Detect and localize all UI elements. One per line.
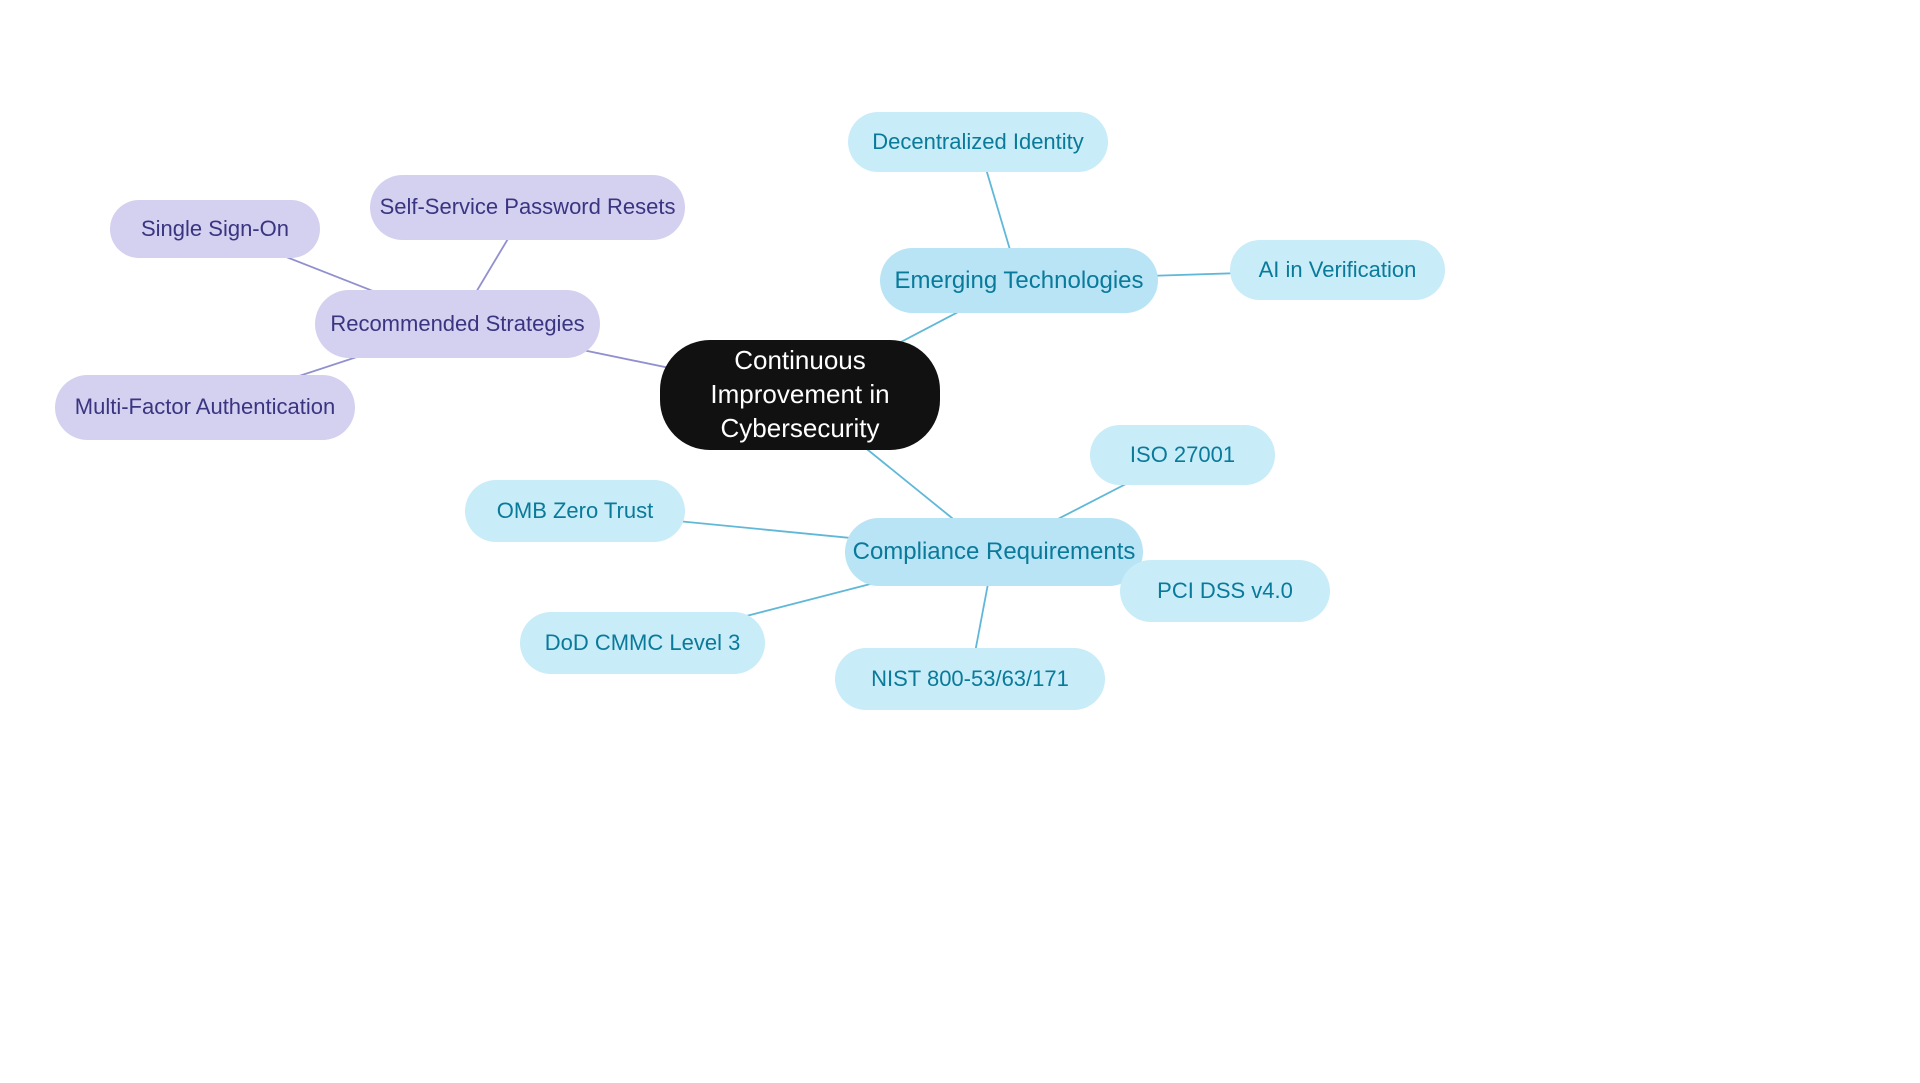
nist-label: NIST 800-53/63/171 xyxy=(871,665,1069,694)
dod-cmmc-label: DoD CMMC Level 3 xyxy=(545,629,741,658)
emerging-tech-node: Emerging Technologies xyxy=(880,248,1158,313)
compliance-label: Compliance Requirements xyxy=(853,536,1136,567)
recommended-strategies-label: Recommended Strategies xyxy=(330,310,584,339)
compliance-node: Compliance Requirements xyxy=(845,518,1143,586)
ai-verification-node: AI in Verification xyxy=(1230,240,1445,300)
omb-zero-trust-node: OMB Zero Trust xyxy=(465,480,685,542)
self-service-password-node: Self-Service Password Resets xyxy=(370,175,685,240)
single-sign-on-node: Single Sign-On xyxy=(110,200,320,258)
iso27001-node: ISO 27001 xyxy=(1090,425,1275,485)
self-service-password-label: Self-Service Password Resets xyxy=(380,193,676,222)
decentralized-identity-label: Decentralized Identity xyxy=(872,128,1084,157)
pci-dss-node: PCI DSS v4.0 xyxy=(1120,560,1330,622)
mfa-node: Multi-Factor Authentication xyxy=(55,375,355,440)
center-node: Continuous Improvement in Cybersecurity xyxy=(660,340,940,450)
nist-node: NIST 800-53/63/171 xyxy=(835,648,1105,710)
single-sign-on-label: Single Sign-On xyxy=(141,215,289,244)
decentralized-identity-node: Decentralized Identity xyxy=(848,112,1108,172)
mfa-label: Multi-Factor Authentication xyxy=(75,393,335,422)
iso27001-label: ISO 27001 xyxy=(1130,441,1235,470)
recommended-strategies-node: Recommended Strategies xyxy=(315,290,600,358)
omb-zero-trust-label: OMB Zero Trust xyxy=(497,497,653,526)
dod-cmmc-node: DoD CMMC Level 3 xyxy=(520,612,765,674)
emerging-tech-label: Emerging Technologies xyxy=(894,265,1143,296)
center-label: Continuous Improvement in Cybersecurity xyxy=(696,344,904,445)
ai-verification-label: AI in Verification xyxy=(1259,256,1417,285)
pci-dss-label: PCI DSS v4.0 xyxy=(1157,577,1293,606)
